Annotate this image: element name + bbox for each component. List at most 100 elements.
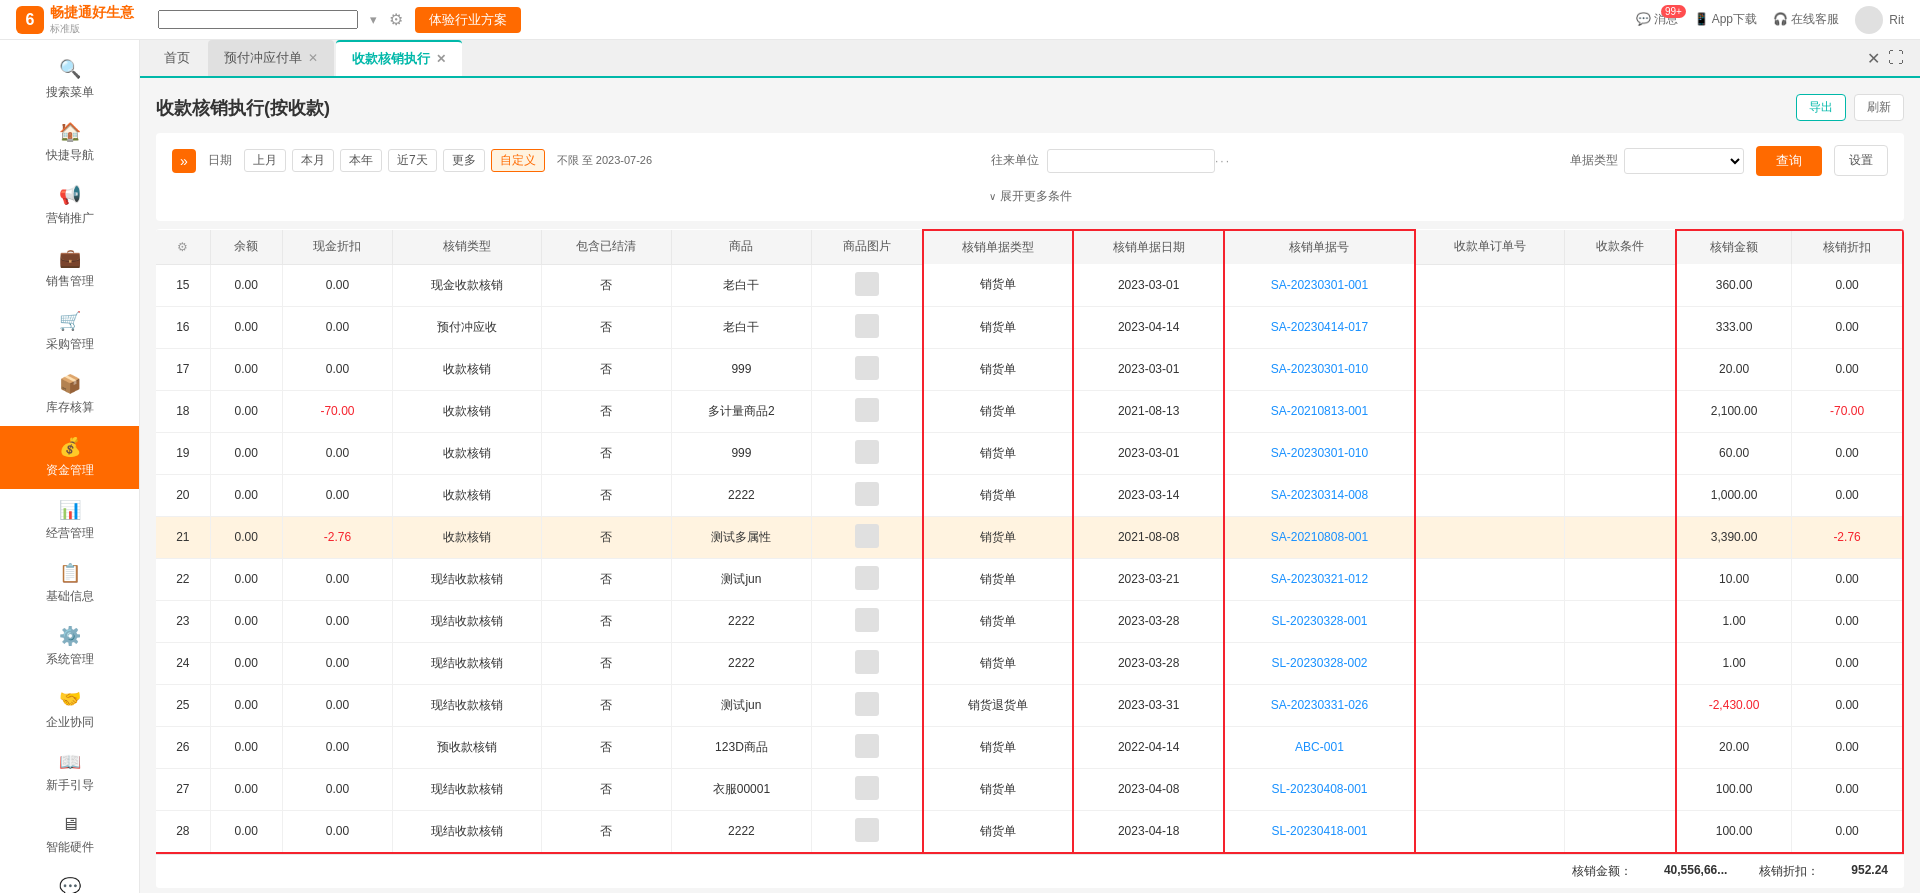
bill-no-link[interactable]: SA-20210808-001 <box>1271 530 1368 544</box>
date-more-btn[interactable]: 更多 <box>443 149 485 172</box>
bill-no-link[interactable]: SA-20230301-010 <box>1271 446 1368 460</box>
bill-no-link[interactable]: SA-20230331-026 <box>1271 698 1368 712</box>
cell-include-settled: 否 <box>542 516 672 558</box>
cell-cancel-type: 现结收款核销 <box>393 684 542 726</box>
bill-no-link[interactable]: SL-20230328-001 <box>1271 614 1367 628</box>
sidebar-item-inventory[interactable]: 📦 库存核算 <box>0 363 139 426</box>
tab-maximize-icon[interactable]: ⛶ <box>1888 49 1904 67</box>
cell-goods: 测试jun <box>671 558 811 600</box>
col-goods-img: 商品图片 <box>812 230 923 264</box>
bill-no-link[interactable]: SL-20230328-002 <box>1271 656 1367 670</box>
col-receipt-condition: 收款条件 <box>1565 230 1676 264</box>
footer-cancel-discount-value: 952.24 <box>1851 863 1888 880</box>
sidebar-item-business[interactable]: 📊 经营管理 <box>0 489 139 552</box>
date-this-month-btn[interactable]: 本月 <box>292 149 334 172</box>
search-input[interactable] <box>158 10 358 29</box>
content-area: 首页 预付冲应付单 ✕ 收款核销执行 ✕ ✕ ⛶ 收款核销执行(按收款) 导出 <box>140 40 1920 893</box>
export-btn[interactable]: 导出 <box>1796 94 1846 121</box>
cell-cancel-bill-no: SL-20230328-002 <box>1224 642 1415 684</box>
sidebar-label-base: 基础信息 <box>46 588 94 605</box>
tab-prepay[interactable]: 预付冲应付单 ✕ <box>208 40 334 76</box>
cell-cancel-type: 预付冲应收 <box>393 306 542 348</box>
sidebar-item-marketing[interactable]: 📢 营销推广 <box>0 174 139 237</box>
col-gear[interactable]: ⚙ <box>156 230 210 264</box>
sidebar-item-base[interactable]: 📋 基础信息 <box>0 552 139 615</box>
col-include-settled: 包含已结清 <box>542 230 672 264</box>
cell-include-settled: 否 <box>542 558 672 600</box>
industry-btn[interactable]: 体验行业方案 <box>415 7 521 33</box>
cell-cancel-amount: 1.00 <box>1676 600 1792 642</box>
top-bar-right: 💬 消息 99+ 📱 App下载 🎧 在线客服 Rit <box>1636 6 1904 34</box>
bill-type-select[interactable] <box>1624 148 1744 174</box>
tab-receipt-close[interactable]: ✕ <box>436 52 446 66</box>
sidebar-item-guide[interactable]: 📖 新手引导 <box>0 741 139 804</box>
filter-more-dots[interactable]: ··· <box>1215 154 1231 168</box>
bill-no-link[interactable]: SL-20230408-001 <box>1271 782 1367 796</box>
col-cancel-discount: 核销折扣 <box>1792 230 1903 264</box>
cell-cash-discount: 0.00 <box>282 642 392 684</box>
sidebar-item-hardware[interactable]: 🖥 智能硬件 <box>0 804 139 866</box>
bill-no-link[interactable]: SA-20230301-001 <box>1271 278 1368 292</box>
cell-cancel-bill-date: 2023-03-01 <box>1073 348 1223 390</box>
dropdown-icon[interactable]: ▾ <box>370 12 377 27</box>
notification-icon: 💬 <box>1636 12 1651 26</box>
footer-cancel-amount-value: 40,556,66... <box>1664 863 1727 880</box>
sidebar-item-system[interactable]: ⚙️ 系统管理 <box>0 615 139 678</box>
sidebar-item-sales[interactable]: 💼 销售管理 <box>0 237 139 300</box>
refresh-btn[interactable]: 刷新 <box>1854 94 1904 121</box>
cell-cancel-type: 收款核销 <box>393 474 542 516</box>
sidebar-item-collab[interactable]: 🤝 企业协同 <box>0 678 139 741</box>
tab-home[interactable]: 首页 <box>148 40 206 76</box>
bill-no-link[interactable]: SA-20230321-012 <box>1271 572 1368 586</box>
cell-goods: 老白干 <box>671 264 811 306</box>
bill-no-link[interactable]: SA-20230414-017 <box>1271 320 1368 334</box>
date-custom-btn[interactable]: 自定义 <box>491 149 545 172</box>
bill-type-label: 单据类型 <box>1570 152 1618 169</box>
bill-type-filter: 单据类型 <box>1570 148 1744 174</box>
cell-goods-img <box>812 432 923 474</box>
date-7days-btn[interactable]: 近7天 <box>388 149 437 172</box>
table-settings-icon[interactable]: ⚙ <box>177 240 188 254</box>
tab-close-icon[interactable]: ✕ <box>1867 49 1880 68</box>
sidebar-item-quick[interactable]: 🏠 快捷导航 <box>0 111 139 174</box>
expand-conditions-btn[interactable]: ∨ 展开更多条件 <box>989 184 1072 209</box>
user-area[interactable]: Rit <box>1855 6 1904 34</box>
sidebar-label-quick: 快捷导航 <box>46 147 94 164</box>
partner-input[interactable] <box>1047 149 1215 173</box>
sidebar-item-finance[interactable]: 💰 资金管理 <box>0 426 139 489</box>
filter-collapse-btn[interactable]: » <box>172 149 196 173</box>
table-row: 220.000.00现结收款核销否测试jun销货单2023-03-21SA-20… <box>156 558 1903 600</box>
online-service-btn[interactable]: 🎧 在线客服 <box>1773 11 1839 28</box>
cell-cancel-type: 预收款核销 <box>393 726 542 768</box>
settings-icon[interactable]: ⚙ <box>389 10 403 29</box>
cell-goods-img <box>812 810 923 853</box>
sidebar-item-wechat[interactable]: 💬 企业微信 <box>0 866 139 893</box>
tab-prepay-close[interactable]: ✕ <box>308 51 318 65</box>
cell-cash-discount: -2.76 <box>282 516 392 558</box>
date-this-year-btn[interactable]: 本年 <box>340 149 382 172</box>
tab-receipt[interactable]: 收款核销执行 ✕ <box>336 40 462 76</box>
sidebar-item-purchase[interactable]: 🛒 采购管理 <box>0 300 139 363</box>
bill-no-link[interactable]: SL-20230418-001 <box>1271 824 1367 838</box>
cell-cancel-bill-date: 2023-03-01 <box>1073 432 1223 474</box>
cell-cancel-bill-type: 销货单 <box>923 558 1073 600</box>
setting-btn[interactable]: 设置 <box>1834 145 1888 176</box>
query-btn[interactable]: 查询 <box>1756 146 1822 176</box>
cell-no: 28 <box>156 810 210 853</box>
date-prev-month-btn[interactable]: 上月 <box>244 149 286 172</box>
cell-cancel-bill-type: 销货单 <box>923 726 1073 768</box>
cell-balance: 0.00 <box>210 432 282 474</box>
cell-cash-discount: 0.00 <box>282 558 392 600</box>
bill-no-link[interactable]: SA-20210813-001 <box>1271 404 1368 418</box>
bill-no-link[interactable]: ABC-001 <box>1295 740 1344 754</box>
app-download-btn[interactable]: 📱 App下载 <box>1694 11 1757 28</box>
bill-no-link[interactable]: SA-20230314-008 <box>1271 488 1368 502</box>
bill-no-link[interactable]: SA-20230301-010 <box>1271 362 1368 376</box>
table-row: 210.00-2.76收款核销否测试多属性销货单2021-08-08SA-202… <box>156 516 1903 558</box>
cell-cancel-type: 收款核销 <box>393 432 542 474</box>
cell-cancel-discount: 0.00 <box>1792 306 1903 348</box>
notification-btn[interactable]: 💬 消息 99+ <box>1636 11 1678 28</box>
cell-no: 23 <box>156 600 210 642</box>
sidebar-item-search[interactable]: 🔍 搜索菜单 <box>0 48 139 111</box>
search-icon: 🔍 <box>59 58 81 80</box>
